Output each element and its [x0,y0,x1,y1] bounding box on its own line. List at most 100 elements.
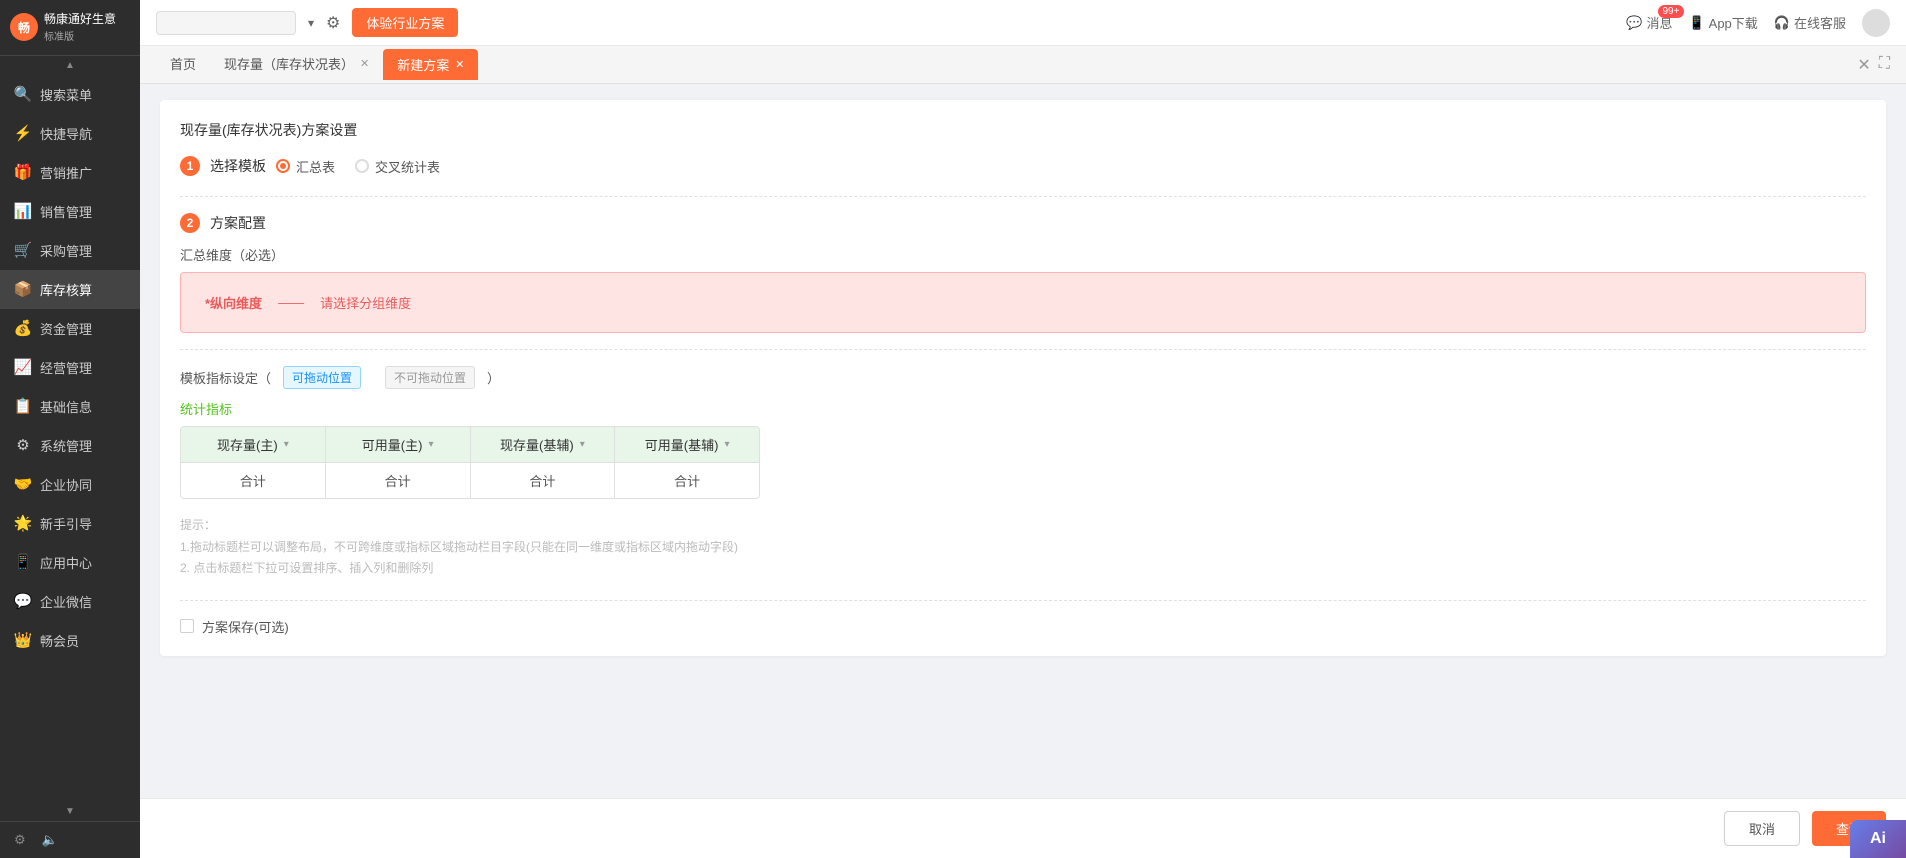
sidebar-item-sales[interactable]: 📊 销售管理 [0,192,140,231]
tab-inventory-label: 现存量（库存状况表） [224,54,354,73]
stats-col-3-dropdown[interactable]: ▾ [724,439,729,450]
sidebar-item-basic-info[interactable]: 📋 基础信息 [0,387,140,426]
sidebar-icon-basic-info: 📋 [14,397,32,415]
app-download[interactable]: 📱 App下载 [1688,13,1757,32]
sidebar-label-vip: 畅会员 [40,631,79,650]
step2-header: 2 方案配置 [180,213,1866,233]
stats-col-2-label: 现存量(基辅) [500,435,574,454]
sidebar-label-operations: 经营管理 [40,358,92,377]
radio-summary[interactable]: 汇总表 [276,157,335,176]
message-badge[interactable]: 💬 消息 99+ [1626,13,1672,32]
sidebar-scroll-down[interactable]: ▼ [0,802,140,821]
trial-button[interactable]: 体验行业方案 [352,8,458,37]
dropdown-icon[interactable]: ▾ [308,16,314,30]
dimension-arrow: —— [278,295,304,310]
main-area: ▾ ⚙ 体验行业方案 💬 消息 99+ 📱 App下载 🎧 在线客服 首页 [140,0,1906,858]
ai-float-button[interactable]: Ai [1850,820,1906,858]
search-input[interactable] [156,11,296,35]
save-checkbox-label: 方案保存(可选) [202,617,289,636]
stats-col-1-dropdown[interactable]: ▾ [428,439,433,450]
sidebar-scroll-up[interactable]: ▲ [0,56,140,75]
sidebar-item-purchase[interactable]: 🛒 采购管理 [0,231,140,270]
headset-icon: 🎧 [1774,15,1790,31]
sidebar-item-new-guide[interactable]: 🌟 新手引导 [0,504,140,543]
stats-table-row-0: 合计 合计 合计 合计 [181,462,759,498]
stats-col-2-dropdown[interactable]: ▾ [580,439,585,450]
stats-col-0-dropdown[interactable]: ▾ [284,439,289,450]
sidebar-item-quick-nav[interactable]: ⚡ 快捷导航 [0,114,140,153]
indicator-setting-prefix: 模板指标设定（ [180,368,271,387]
tabbar: 首页 现存量（库存状况表） ✕ 新建方案 ✕ ✕ ⛶ [140,46,1906,84]
step1-badge: 1 [180,156,200,176]
stats-col-2: 现存量(基辅) ▾ [471,427,616,462]
online-service[interactable]: 🎧 在线客服 [1774,13,1846,32]
sidebar-item-cooperation[interactable]: 🤝 企业协同 [0,465,140,504]
footer-actions: 取消 查询 [140,798,1906,858]
sidebar-item-search[interactable]: 🔍 搜索菜单 [0,75,140,114]
step2-section: 2 方案配置 汇总维度（必选） *纵向维度 —— 请选择分组维度 模板指标设定（… [180,213,1866,580]
step2-label: 方案配置 [210,213,266,233]
stats-col-1: 可用量(主) ▾ [326,427,471,462]
tab-inventory-close[interactable]: ✕ [360,57,369,70]
sidebar-label-finance: 资金管理 [40,319,92,338]
stats-col-1-label: 可用量(主) [362,435,423,454]
page-title: 现存量(库存状况表)方案设置 [180,120,1866,140]
sidebar-label-search: 搜索菜单 [40,85,92,104]
sidebar-label-marketing: 营销推广 [40,163,92,182]
tab-new-scheme[interactable]: 新建方案 ✕ [383,49,478,80]
tab-home-label: 首页 [170,54,196,73]
sidebar-item-operations[interactable]: 📈 经营管理 [0,348,140,387]
sidebar-label-purchase: 采购管理 [40,241,92,260]
stats-cell-0-2: 合计 [471,463,616,498]
sidebar-icon-marketing: 🎁 [14,163,32,181]
tab-expand-icon[interactable]: ⛶ [1879,55,1890,75]
sidebar-label-inventory: 库存核算 [40,280,92,299]
sidebar-icon-app-center: 📱 [14,553,32,571]
sidebar-settings-icon[interactable]: ⚙ [14,832,26,848]
user-avatar[interactable] [1862,9,1890,37]
indicator-label: 模板指标设定（ 可拖动位置 不可拖动位置 ） [180,366,1866,389]
topbar: ▾ ⚙ 体验行业方案 💬 消息 99+ 📱 App下载 🎧 在线客服 [140,0,1906,46]
tab-new-scheme-close[interactable]: ✕ [455,58,464,71]
sidebar-icon-purchase: 🛒 [14,241,32,259]
sidebar: 畅 畅康通好生意 标准版 ▲ 🔍 搜索菜单 ⚡ 快捷导航 🎁 营销推广 📊 销售… [0,0,140,858]
sidebar-item-system[interactable]: ⚙ 系统管理 [0,426,140,465]
gear-icon[interactable]: ⚙ [326,13,340,33]
dimension-box[interactable]: *纵向维度 —— 请选择分组维度 [180,272,1866,333]
sidebar-label-new-guide: 新手引导 [40,514,92,533]
sidebar-icon-sales: 📊 [14,202,32,220]
online-service-label: 在线客服 [1794,13,1846,32]
tips-title: 提示： [180,518,216,532]
tab-inventory[interactable]: 现存量（库存状况表） ✕ [210,46,383,83]
sidebar-audio-icon[interactable]: 🔈 [42,832,58,848]
sidebar-label-basic-info: 基础信息 [40,397,92,416]
tips-section: 提示： 1.拖动标题栏可以调整布局，不可跨维度或指标区域拖动栏目字段(只能在同一… [180,515,1866,580]
sidebar-item-vip[interactable]: 👑 畅会员 [0,621,140,660]
select-hint: 请选择分组维度 [320,293,411,312]
tips-item-0: 1.拖动标题栏可以调整布局，不可跨维度或指标区域拖动栏目字段(只能在同一维度或指… [180,537,1866,559]
sidebar-item-marketing[interactable]: 🎁 营销推广 [0,153,140,192]
sidebar-label-enterprise-wechat: 企业微信 [40,592,92,611]
cancel-button[interactable]: 取消 [1724,811,1800,846]
aggregate-dimension-label: 汇总维度（必选） [180,245,1866,264]
sidebar-item-app-center[interactable]: 📱 应用中心 [0,543,140,582]
sidebar-nav: 🔍 搜索菜单 ⚡ 快捷导航 🎁 营销推广 📊 销售管理 🛒 采购管理 📦 库存核… [0,75,140,802]
radio-cross[interactable]: 交叉统计表 [355,157,440,176]
sidebar-icon-inventory: 📦 [14,280,32,298]
stats-section-label: 统计指标 [180,399,1866,418]
topbar-left: ▾ ⚙ 体验行业方案 [156,8,458,37]
stats-col-3: 可用量(基辅) ▾ [615,427,759,462]
app-name: 畅康通好生意 [44,12,116,28]
stats-cell-0-0: 合计 [181,463,326,498]
divider-1 [180,196,1866,197]
tab-home[interactable]: 首页 [156,46,210,83]
tab-collapse-icon[interactable]: ✕ [1857,55,1870,75]
vertical-dimension-label: *纵向维度 [205,293,262,312]
sidebar-icon-operations: 📈 [14,358,32,376]
sidebar-item-enterprise-wechat[interactable]: 💬 企业微信 [0,582,140,621]
radio-cross-label: 交叉统计表 [375,157,440,176]
sidebar-item-finance[interactable]: 💰 资金管理 [0,309,140,348]
save-checkbox[interactable] [180,619,194,633]
radio-summary-circle [276,159,290,173]
sidebar-item-inventory[interactable]: 📦 库存核算 [0,270,140,309]
